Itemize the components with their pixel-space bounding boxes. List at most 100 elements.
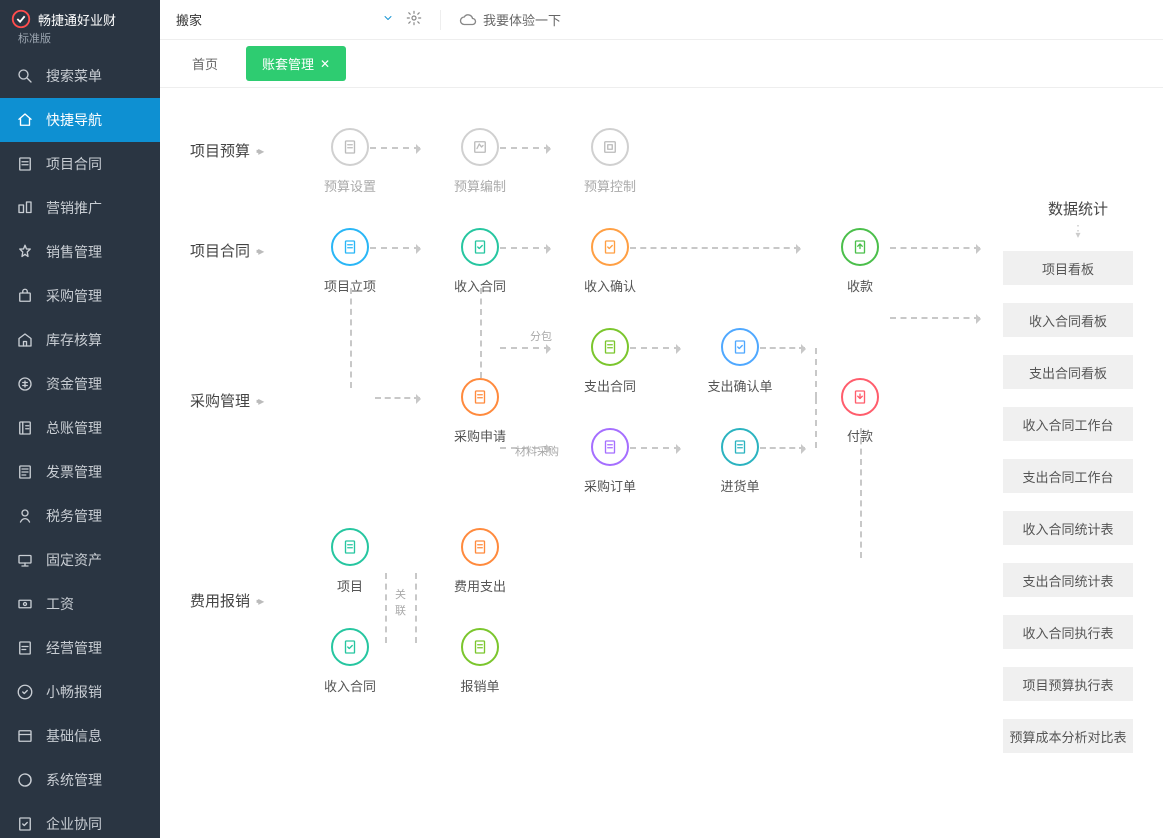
connector xyxy=(815,348,817,398)
stats-button[interactable]: 收入合同执行表 xyxy=(1003,615,1133,649)
experience-link[interactable]: 我要体验一下 xyxy=(459,10,561,29)
row-arrow-icon: ▪▸ xyxy=(256,594,262,608)
arrow xyxy=(890,317,980,319)
tab-账套管理[interactable]: 账套管理✕ xyxy=(246,46,346,81)
node-budget_set[interactable]: 预算设置 xyxy=(310,128,390,195)
stats-button[interactable]: 收入合同统计表 xyxy=(1003,511,1133,545)
connector xyxy=(385,573,387,643)
row-contract: 项目合同▪▸ xyxy=(190,240,262,261)
logo-icon xyxy=(10,8,32,30)
stats-button[interactable]: 收入合同工作台 xyxy=(1003,407,1133,441)
node-purchase_req[interactable]: 采购申请 xyxy=(440,378,520,445)
sidebar-item-xiaochang[interactable]: 小畅报销 xyxy=(0,670,160,714)
sidebar-item-label: 快捷导航 xyxy=(46,110,102,130)
node-icon xyxy=(461,228,499,266)
stats-button[interactable]: 收入合同看板 xyxy=(1003,303,1133,337)
node-purchase_order[interactable]: 采购订单 xyxy=(570,428,650,495)
sidebar-item-funds[interactable]: 资金管理 xyxy=(0,362,160,406)
gear-icon[interactable] xyxy=(406,10,422,29)
chevron-down-icon xyxy=(382,12,394,27)
sidebar-item-project-contract[interactable]: 项目合同 xyxy=(0,142,160,186)
close-icon[interactable]: ✕ xyxy=(320,57,330,71)
sidebar-item-collab[interactable]: 企业协同 xyxy=(0,802,160,838)
purchase-icon xyxy=(16,287,34,305)
node-icon xyxy=(331,628,369,666)
sidebar-item-basic[interactable]: 基础信息 xyxy=(0,714,160,758)
arrow xyxy=(500,247,550,249)
sidebar-item-marketing[interactable]: 营销推广 xyxy=(0,186,160,230)
sidebar-item-label: 采购管理 xyxy=(46,286,102,306)
funds-icon xyxy=(16,375,34,393)
node-budget_edit[interactable]: 预算编制 xyxy=(440,128,520,195)
node-label: 费用支出 xyxy=(454,576,506,595)
node-icon xyxy=(591,128,629,166)
stats-button[interactable]: 项目预算执行表 xyxy=(1003,667,1133,701)
stats-button[interactable]: 支出合同统计表 xyxy=(1003,563,1133,597)
node-exp_confirm[interactable]: 支出确认单 xyxy=(700,328,780,395)
stats-button[interactable]: 预算成本分析对比表 xyxy=(1003,719,1133,753)
node-exp_contract[interactable]: 支出合同 xyxy=(570,328,650,395)
stats-button[interactable]: 支出合同工作台 xyxy=(1003,459,1133,493)
stats-button[interactable]: 项目看板 xyxy=(1003,251,1133,285)
org-selector-value: 搬家 xyxy=(176,10,202,29)
sidebar-item-label: 企业协同 xyxy=(46,814,102,834)
sidebar-item-assets[interactable]: 固定资产 xyxy=(0,538,160,582)
node-budget_ctrl[interactable]: 预算控制 xyxy=(570,128,650,195)
sidebar-item-payroll[interactable]: 工资 xyxy=(0,582,160,626)
node-icon xyxy=(721,428,759,466)
node-income_contract[interactable]: 收入合同 xyxy=(440,228,520,295)
row-expense: 费用报销▪▸ xyxy=(190,590,262,611)
org-selector[interactable]: 搬家 xyxy=(176,10,394,29)
node-label: 项目 xyxy=(337,576,363,595)
quicknav-icon xyxy=(16,111,34,129)
project-contract-icon xyxy=(16,155,34,173)
sidebar-item-tax[interactable]: 税务管理 xyxy=(0,494,160,538)
sidebar-item-ledger[interactable]: 总账管理 xyxy=(0,406,160,450)
connector xyxy=(480,288,482,378)
hint-text: 分包 xyxy=(530,328,552,344)
stats-dots-icon: ⋮▾ xyxy=(1071,227,1085,239)
stats-panel: 数据统计 ⋮▾ 项目看板收入合同看板支出合同看板收入合同工作台支出合同工作台收入… xyxy=(1003,198,1153,771)
node-icon xyxy=(461,528,499,566)
node-receive[interactable]: 收款 xyxy=(820,228,900,295)
sidebar-item-label: 工资 xyxy=(46,594,74,614)
sidebar-item-label: 总账管理 xyxy=(46,418,102,438)
arrow xyxy=(760,347,805,349)
sidebar-item-quicknav[interactable]: 快捷导航 xyxy=(0,98,160,142)
row-purchase: 采购管理▪▸ xyxy=(190,390,262,411)
stats-button[interactable]: 支出合同看板 xyxy=(1003,355,1133,389)
node-icon xyxy=(461,378,499,416)
sidebar-item-search[interactable]: 搜索菜单 xyxy=(0,54,160,98)
node-icon xyxy=(461,628,499,666)
node-income_confirm[interactable]: 收入确认 xyxy=(570,228,650,295)
connector xyxy=(815,398,817,448)
node-goods_in[interactable]: 进货单 xyxy=(700,428,780,495)
sidebar-item-inventory[interactable]: 库存核算 xyxy=(0,318,160,362)
node-income_contract2[interactable]: 收入合同 xyxy=(310,628,390,695)
node-project[interactable]: 项目 xyxy=(310,528,390,595)
node-icon xyxy=(591,428,629,466)
sidebar-item-sales[interactable]: 销售管理 xyxy=(0,230,160,274)
arrow xyxy=(375,397,420,399)
arrow xyxy=(500,147,550,149)
node-label: 收入确认 xyxy=(584,276,636,295)
sidebar-item-label: 库存核算 xyxy=(46,330,102,350)
sidebar-item-label: 项目合同 xyxy=(46,154,102,174)
tab-首页[interactable]: 首页 xyxy=(176,46,234,81)
assets-icon xyxy=(16,551,34,569)
node-reimburse[interactable]: 报销单 xyxy=(440,628,520,695)
sidebar-item-business[interactable]: 经营管理 xyxy=(0,626,160,670)
sidebar-item-invoice[interactable]: 发票管理 xyxy=(0,450,160,494)
arrow xyxy=(500,347,550,349)
collab-icon xyxy=(16,815,34,833)
sidebar-item-label: 搜索菜单 xyxy=(46,66,102,86)
node-expense_out[interactable]: 费用支出 xyxy=(440,528,520,595)
node-icon xyxy=(721,328,759,366)
sidebar-item-system[interactable]: 系统管理 xyxy=(0,758,160,802)
sidebar-item-purchase[interactable]: 采购管理 xyxy=(0,274,160,318)
ledger-icon xyxy=(16,419,34,437)
flow-canvas: 项目预算▪▸ 项目合同▪▸ 采购管理▪▸ 费用报销▪▸ 数据统计 ⋮▾ 项目看板… xyxy=(160,88,1163,838)
node-icon xyxy=(331,528,369,566)
sidebar-header: 畅捷通好业财 xyxy=(0,0,160,32)
node-proj_init[interactable]: 项目立项 xyxy=(310,228,390,295)
